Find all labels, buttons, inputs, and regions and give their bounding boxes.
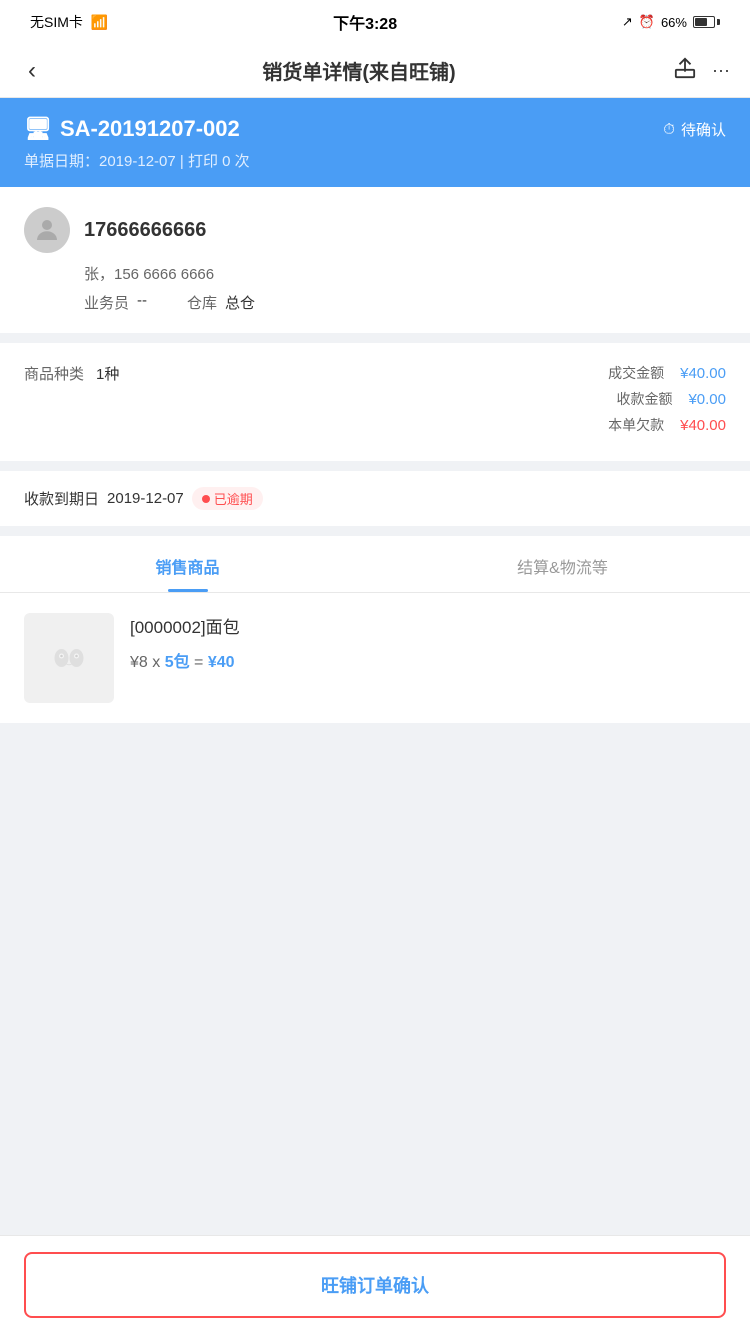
tabs-section: 销售商品 结算&物流等 [0000002]面包 [0,536,750,723]
wifi-icon: 📶 [91,14,108,31]
avatar [24,207,70,253]
due-date-value: 2019-12-07 [107,490,184,507]
no-sim-text: 无SIM卡 [30,12,83,32]
nav-actions: ··· [674,57,730,84]
owed-amount-label: 本单欠款 [608,415,664,435]
product-image [24,613,114,703]
due-date-label: 收款到期日 [24,488,99,509]
product-price: ¥8 x [130,654,165,671]
customer-name: 张，156 6666 6666 [84,263,726,284]
product-equals: = [194,654,208,671]
battery-percent: 66% [661,15,687,30]
stats-right: 成交金额 ¥40.00 收款金额 ¥0.00 本单欠款 ¥40.00 [375,363,726,441]
tabs-row: 销售商品 结算&物流等 [0,536,750,593]
clock-icon: ⏱ [663,121,675,138]
location-icon: ↗ [622,14,633,30]
nav-bar: ‹ 销货单详情(来自旺铺) ··· [0,44,750,98]
order-status: ⏱ 待确认 [663,119,726,140]
salesperson-label: 业务员 [84,292,129,313]
status-right: ↗ ⏰ 66% [622,14,720,30]
deal-amount-label: 成交金额 [608,363,664,383]
deal-amount-value: ¥40.00 [680,365,726,382]
salesperson-item: 业务员 -- [84,292,147,313]
page-title: 销货单详情(来自旺铺) [262,56,455,85]
owed-amount-row: 本单欠款 ¥40.00 [375,415,726,435]
stats-section: 商品种类 1种 成交金额 ¥40.00 收款金额 ¥0.00 本单欠款 ¥40.… [0,343,750,461]
customer-row: 17666666666 [24,207,726,253]
owed-amount-value: ¥40.00 [680,417,726,434]
warehouse-value: 总仓 [225,292,255,313]
more-button[interactable]: ··· [712,60,730,81]
order-date: 单据日期：2019-12-07 | 打印 0 次 [24,150,726,171]
product-types-value: 1种 [96,363,119,384]
order-id: 🖥 SA-20191207-002 [24,116,240,142]
status-bar: 无SIM卡 📶 下午3:28 ↗ ⏰ 66% [0,0,750,44]
product-quantity: 5包 [165,654,190,671]
back-button[interactable]: ‹ [20,49,44,93]
received-amount-value: ¥0.00 [688,391,726,408]
spacer [0,733,750,853]
share-button[interactable] [674,57,696,84]
customer-meta: 业务员 -- 仓库 总仓 [84,292,726,313]
overdue-text: 已逾期 [214,489,253,508]
deal-amount-row: 成交金额 ¥40.00 [375,363,726,383]
product-item: [0000002]面包 ¥8 x 5包 = ¥40 [24,613,726,703]
warehouse-item: 仓库 总仓 [187,292,255,313]
product-total: ¥40 [208,654,235,671]
received-amount-label: 收款金额 [616,389,672,409]
order-id-row: 🖥 SA-20191207-002 ⏱ 待确认 [24,116,726,142]
received-amount-row: 收款金额 ¥0.00 [375,389,726,409]
product-price-row: ¥8 x 5包 = ¥40 [130,648,726,672]
customer-section: 17666666666 张，156 6666 6666 业务员 -- 仓库 总仓 [0,187,750,333]
product-types-label: 商品种类 [24,363,84,384]
customer-phone: 17666666666 [84,219,206,242]
due-section: 收款到期日 2019-12-07 已逾期 [0,471,750,526]
order-icon: 🖥 [24,116,52,142]
battery-icon [693,16,720,28]
product-section: [0000002]面包 ¥8 x 5包 = ¥40 [0,593,750,723]
salesperson-value: -- [137,292,147,313]
confirm-button[interactable]: 旺铺订单确认 [24,1252,726,1318]
stats-left: 商品种类 1种 [24,363,375,384]
warehouse-label: 仓库 [187,292,217,313]
order-header: 🖥 SA-20191207-002 ⏱ 待确认 单据日期：2019-12-07 … [0,98,750,187]
bottom-bar: 旺铺订单确认 [0,1235,750,1334]
status-left: 无SIM卡 📶 [30,12,108,32]
alarm-icon: ⏰ [639,14,655,30]
tab-products[interactable]: 销售商品 [0,536,375,592]
overdue-dot-icon [202,495,210,503]
product-info: [0000002]面包 ¥8 x 5包 = ¥40 [130,613,726,672]
status-time: 下午3:28 [333,10,397,34]
product-name: [0000002]面包 [130,613,726,638]
tab-settlement[interactable]: 结算&物流等 [375,536,750,592]
overdue-badge: 已逾期 [192,487,263,510]
